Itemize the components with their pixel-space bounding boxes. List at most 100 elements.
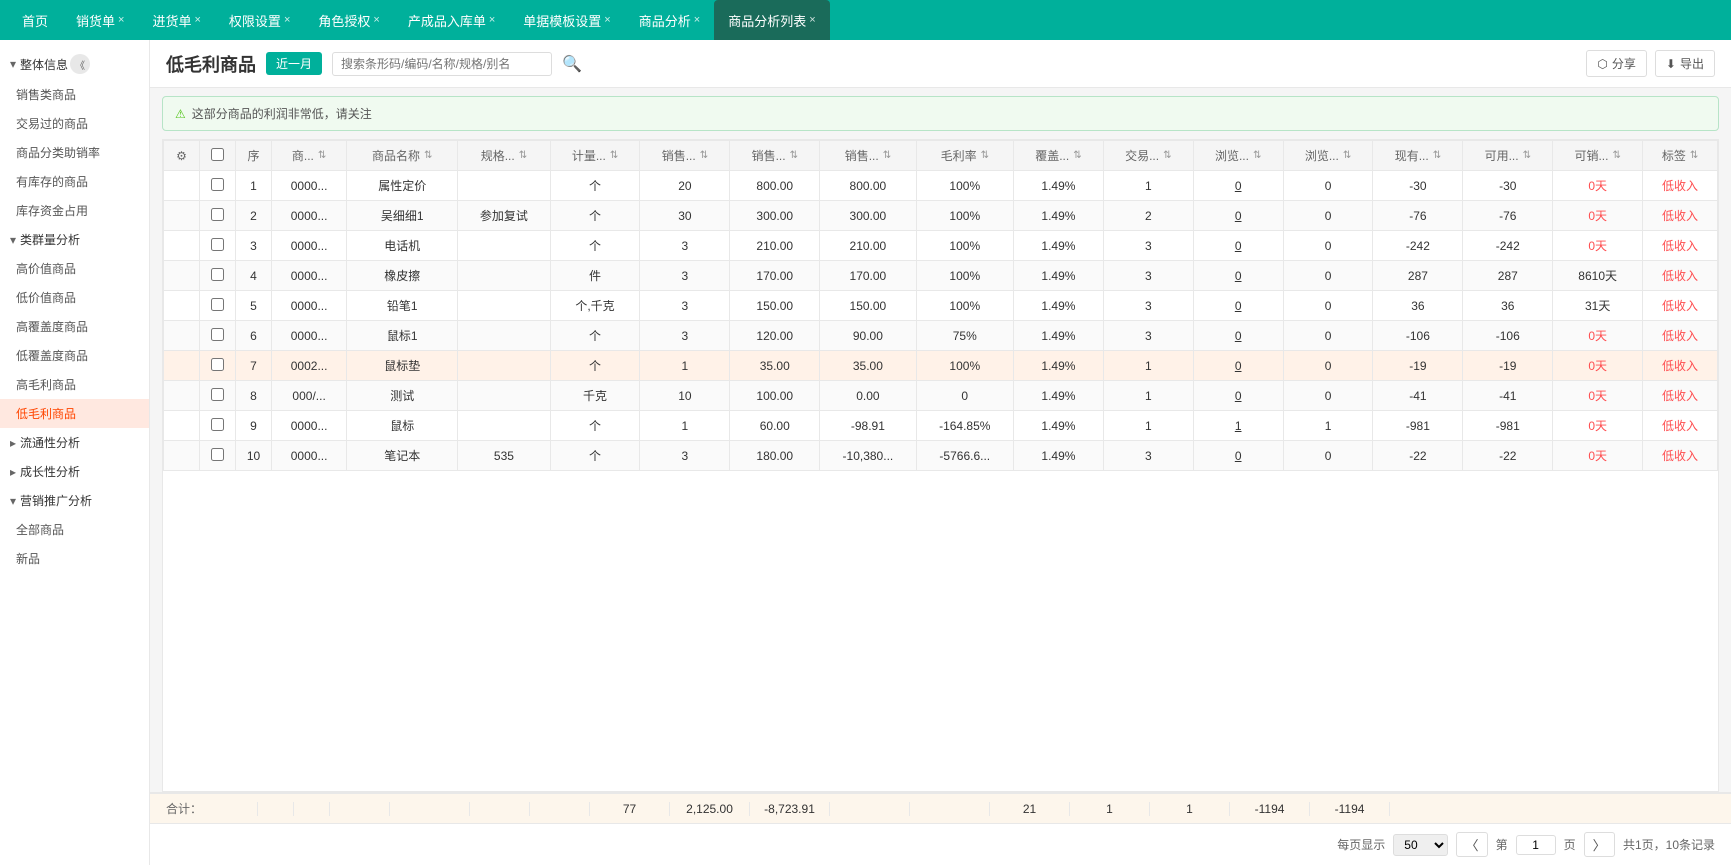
nav-close-analysis[interactable]: × (694, 14, 700, 26)
cell-checkbox[interactable] (200, 201, 236, 231)
row-checkbox[interactable] (211, 208, 224, 221)
nav-sales-order[interactable]: 销货单 × (62, 0, 138, 40)
page-input[interactable] (1516, 835, 1556, 855)
views1-link[interactable]: 0 (1235, 359, 1242, 373)
period-button[interactable]: 近一月 (266, 52, 322, 75)
views1-link[interactable]: 1 (1235, 419, 1242, 433)
sidebar-item-sales-products[interactable]: 销售类商品 (0, 80, 149, 109)
th-unit[interactable]: 计量...⇅ (550, 141, 640, 171)
cell-views1[interactable]: 0 (1193, 171, 1283, 201)
th-stock-available[interactable]: 可用...⇅ (1463, 141, 1553, 171)
views1-link[interactable]: 0 (1235, 209, 1242, 223)
search-button[interactable]: 🔍 (562, 54, 582, 74)
views1-link[interactable]: 0 (1235, 389, 1242, 403)
sidebar-item-new-products[interactable]: 新品 (0, 544, 149, 573)
share-button[interactable]: ⬡ 分享 (1586, 50, 1647, 77)
nav-product-entry[interactable]: 产成品入库单 × (394, 0, 509, 40)
nav-close-purchase[interactable]: × (194, 14, 200, 26)
nav-template[interactable]: 单据模板设置 × (509, 0, 624, 40)
cell-views1[interactable]: 0 (1193, 351, 1283, 381)
cell-checkbox[interactable] (200, 381, 236, 411)
sidebar-group-growth[interactable]: ▸ 成长性分析 (0, 457, 149, 486)
row-checkbox[interactable] (211, 268, 224, 281)
th-sales-price[interactable]: 销售...⇅ (730, 141, 820, 171)
cell-checkbox[interactable] (200, 231, 236, 261)
th-stock-saleable[interactable]: 可销...⇅ (1553, 141, 1643, 171)
sidebar-item-high-margin[interactable]: 高毛利商品 (0, 370, 149, 399)
views1-link[interactable]: 0 (1235, 329, 1242, 343)
sidebar-item-capital[interactable]: 库存资金占用 (0, 196, 149, 225)
cell-checkbox[interactable] (200, 291, 236, 321)
sidebar-item-traded[interactable]: 交易过的商品 (0, 109, 149, 138)
th-spec[interactable]: 规格...⇅ (458, 141, 550, 171)
nav-close-permission[interactable]: × (284, 14, 290, 26)
sidebar-item-in-stock[interactable]: 有库存的商品 (0, 167, 149, 196)
cell-views1[interactable]: 0 (1193, 261, 1283, 291)
row-checkbox[interactable] (211, 448, 224, 461)
cell-views1[interactable]: 0 (1193, 291, 1283, 321)
nav-home[interactable]: 首页 (8, 0, 62, 40)
collapse-overall-btn[interactable]: 《 (70, 54, 90, 74)
search-input[interactable] (332, 52, 552, 76)
row-checkbox[interactable] (211, 238, 224, 251)
export-button[interactable]: ⬇ 导出 (1655, 50, 1715, 77)
select-all-checkbox[interactable] (211, 148, 224, 161)
sidebar-group-cluster[interactable]: ▾ 类群量分析 (0, 225, 149, 254)
views1-link[interactable]: 0 (1235, 179, 1242, 193)
th-sales-profit[interactable]: 销售...⇅ (820, 141, 916, 171)
nav-close-analysis-list[interactable]: × (809, 14, 815, 26)
prev-page-btn[interactable]: 〈 (1456, 832, 1487, 857)
page-size-select[interactable]: 50 100 200 (1393, 834, 1448, 856)
th-tag[interactable]: 标签⇅ (1643, 141, 1718, 171)
nav-close-template[interactable]: × (604, 14, 610, 26)
cell-views1[interactable]: 0 (1193, 231, 1283, 261)
th-stock-current[interactable]: 现有...⇅ (1373, 141, 1463, 171)
th-settings[interactable]: ⚙ (164, 141, 200, 171)
th-name[interactable]: 商品名称⇅ (347, 141, 458, 171)
th-coverage[interactable]: 覆盖...⇅ (1013, 141, 1103, 171)
th-transactions[interactable]: 交易...⇅ (1103, 141, 1193, 171)
row-checkbox[interactable] (211, 298, 224, 311)
th-code[interactable]: 商...⇅ (272, 141, 347, 171)
sidebar-item-low-coverage[interactable]: 低覆盖度商品 (0, 341, 149, 370)
cell-views1[interactable]: 1 (1193, 411, 1283, 441)
sidebar-item-category-rate[interactable]: 商品分类助销率 (0, 138, 149, 167)
nav-analysis[interactable]: 商品分析 × (625, 0, 714, 40)
nav-close-sales[interactable]: × (118, 14, 124, 26)
sidebar-item-low-value[interactable]: 低价值商品 (0, 283, 149, 312)
nav-purchase-order[interactable]: 进货单 × (138, 0, 214, 40)
views1-link[interactable]: 0 (1235, 269, 1242, 283)
views1-link[interactable]: 0 (1235, 299, 1242, 313)
row-checkbox[interactable] (211, 328, 224, 341)
sidebar-group-marketing[interactable]: ▾ 营销推广分析 (0, 486, 149, 515)
cell-checkbox[interactable] (200, 261, 236, 291)
sidebar-item-high-coverage[interactable]: 高覆盖度商品 (0, 312, 149, 341)
cell-checkbox[interactable] (200, 171, 236, 201)
th-checkbox[interactable] (200, 141, 236, 171)
cell-checkbox[interactable] (200, 351, 236, 381)
sidebar-group-flow[interactable]: ▸ 流通性分析 (0, 428, 149, 457)
row-checkbox[interactable] (211, 418, 224, 431)
views1-link[interactable]: 0 (1235, 449, 1242, 463)
cell-views1[interactable]: 0 (1193, 441, 1283, 471)
sidebar-item-low-margin[interactable]: 低毛利商品 (0, 399, 149, 428)
th-gross-rate[interactable]: 毛利率⇅ (916, 141, 1013, 171)
nav-close-product[interactable]: × (489, 14, 495, 26)
cell-views1[interactable]: 0 (1193, 201, 1283, 231)
cell-views1[interactable]: 0 (1193, 321, 1283, 351)
views1-link[interactable]: 0 (1235, 239, 1242, 253)
nav-role[interactable]: 角色授权 × (304, 0, 393, 40)
row-checkbox[interactable] (211, 178, 224, 191)
cell-checkbox[interactable] (200, 441, 236, 471)
nav-close-role[interactable]: × (373, 14, 379, 26)
nav-analysis-list[interactable]: 商品分析列表 × (714, 0, 829, 40)
sidebar-item-high-value[interactable]: 高价值商品 (0, 254, 149, 283)
cell-checkbox[interactable] (200, 411, 236, 441)
row-checkbox[interactable] (211, 358, 224, 371)
th-sales-qty[interactable]: 销售...⇅ (640, 141, 730, 171)
sidebar-item-all-products[interactable]: 全部商品 (0, 515, 149, 544)
th-views1[interactable]: 浏览...⇅ (1193, 141, 1283, 171)
sidebar-group-overall[interactable]: ▾ 整体信息 《 (0, 48, 149, 80)
cell-checkbox[interactable] (200, 321, 236, 351)
row-checkbox[interactable] (211, 388, 224, 401)
